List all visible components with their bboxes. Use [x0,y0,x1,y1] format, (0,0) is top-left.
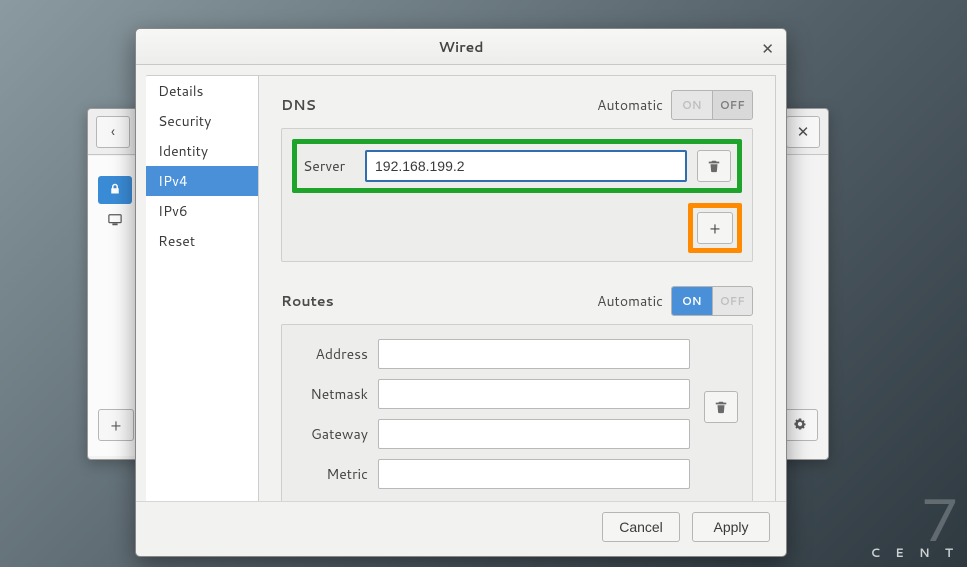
routes-automatic-label: Automatic [597,291,663,311]
route-metric-input[interactable] [378,459,690,489]
route-address-input[interactable] [378,339,690,369]
dns-group: Server + [281,128,753,262]
route-gateway-row: Gateway [296,419,690,449]
dialog-titlebar: Wired ✕ [136,29,786,65]
cancel-button[interactable]: Cancel [602,512,680,542]
route-gateway-input[interactable] [378,419,690,449]
dialog-title: Wired [439,37,484,57]
switch-off-label: OFF [712,287,753,315]
bg-nav-wired[interactable] [98,176,132,204]
route-address-label: Address [296,344,368,364]
switch-off-label: OFF [712,91,753,119]
routes-auto-row: Automatic ON OFF [597,286,753,316]
apply-button[interactable]: Apply [692,512,770,542]
dialog-footer: Cancel Apply [136,501,786,556]
brand-version: 7 [870,494,959,544]
dns-delete-button[interactable] [697,150,731,182]
dns-add-highlight: + [688,203,742,253]
dns-automatic-switch[interactable]: ON OFF [671,90,753,120]
ipv4-content: DNS Automatic ON OFF Server [259,75,776,501]
bg-settings-button[interactable] [782,409,818,441]
monitor-icon [108,212,122,232]
routes-section-head: Routes Automatic ON OFF [281,286,753,316]
switch-on-label: ON [672,287,712,315]
switch-on-label: ON [672,91,712,119]
trash-icon [714,400,728,414]
route-delete-button[interactable] [704,391,738,423]
bg-add-button[interactable]: + [98,409,134,441]
plus-icon: + [710,217,721,240]
route-gateway-label: Gateway [296,424,368,444]
bg-nav-proxy[interactable] [98,212,132,232]
route-metric-label: Metric [296,464,368,484]
sidebar-item-details[interactable]: Details [146,76,258,106]
route-address-row: Address [296,339,690,369]
sidebar-item-reset[interactable]: Reset [146,226,258,256]
dns-automatic-label: Automatic [597,95,663,115]
settings-sidebar: Details Security Identity IPv4 IPv6 Rese… [146,75,259,501]
sidebar-item-identity[interactable]: Identity [146,136,258,166]
bg-close-button[interactable]: ✕ [786,116,820,148]
gear-icon [793,414,807,437]
sidebar-item-security[interactable]: Security [146,106,258,136]
sidebar-item-ipv4[interactable]: IPv4 [146,166,258,196]
dns-section-title: DNS [281,95,316,115]
dialog-close-button[interactable]: ✕ [761,38,774,59]
wired-settings-dialog: Wired ✕ Details Security Identity IPv4 I… [135,28,787,557]
dns-section-head: DNS Automatic ON OFF [281,90,753,120]
close-icon: ✕ [797,121,810,142]
lock-icon [109,182,121,199]
dns-server-label: Server [303,156,355,176]
dns-server-row: Server [303,150,731,182]
route-netmask-label: Netmask [296,384,368,404]
close-icon: ✕ [761,38,774,59]
sidebar-item-ipv6[interactable]: IPv6 [146,196,258,226]
route-metric-row: Metric [296,459,690,489]
bg-back-button[interactable]: ‹ [96,116,130,148]
trash-icon [707,159,721,173]
routes-group: Address Netmask Gateway Metric [281,324,753,501]
route-netmask-row: Netmask [296,379,690,409]
chevron-left-icon: ‹ [111,121,115,142]
routes-fields: Address Netmask Gateway Metric [296,339,738,489]
dns-server-input[interactable] [365,150,687,182]
dns-server-highlight: Server [292,139,742,193]
routes-section-title: Routes [281,291,334,311]
routes-automatic-switch[interactable]: ON OFF [671,286,753,316]
dns-add-button[interactable]: + [697,212,733,244]
background-brand: 7 C E N T [870,494,959,561]
dns-auto-row: Automatic ON OFF [597,90,753,120]
route-netmask-input[interactable] [378,379,690,409]
